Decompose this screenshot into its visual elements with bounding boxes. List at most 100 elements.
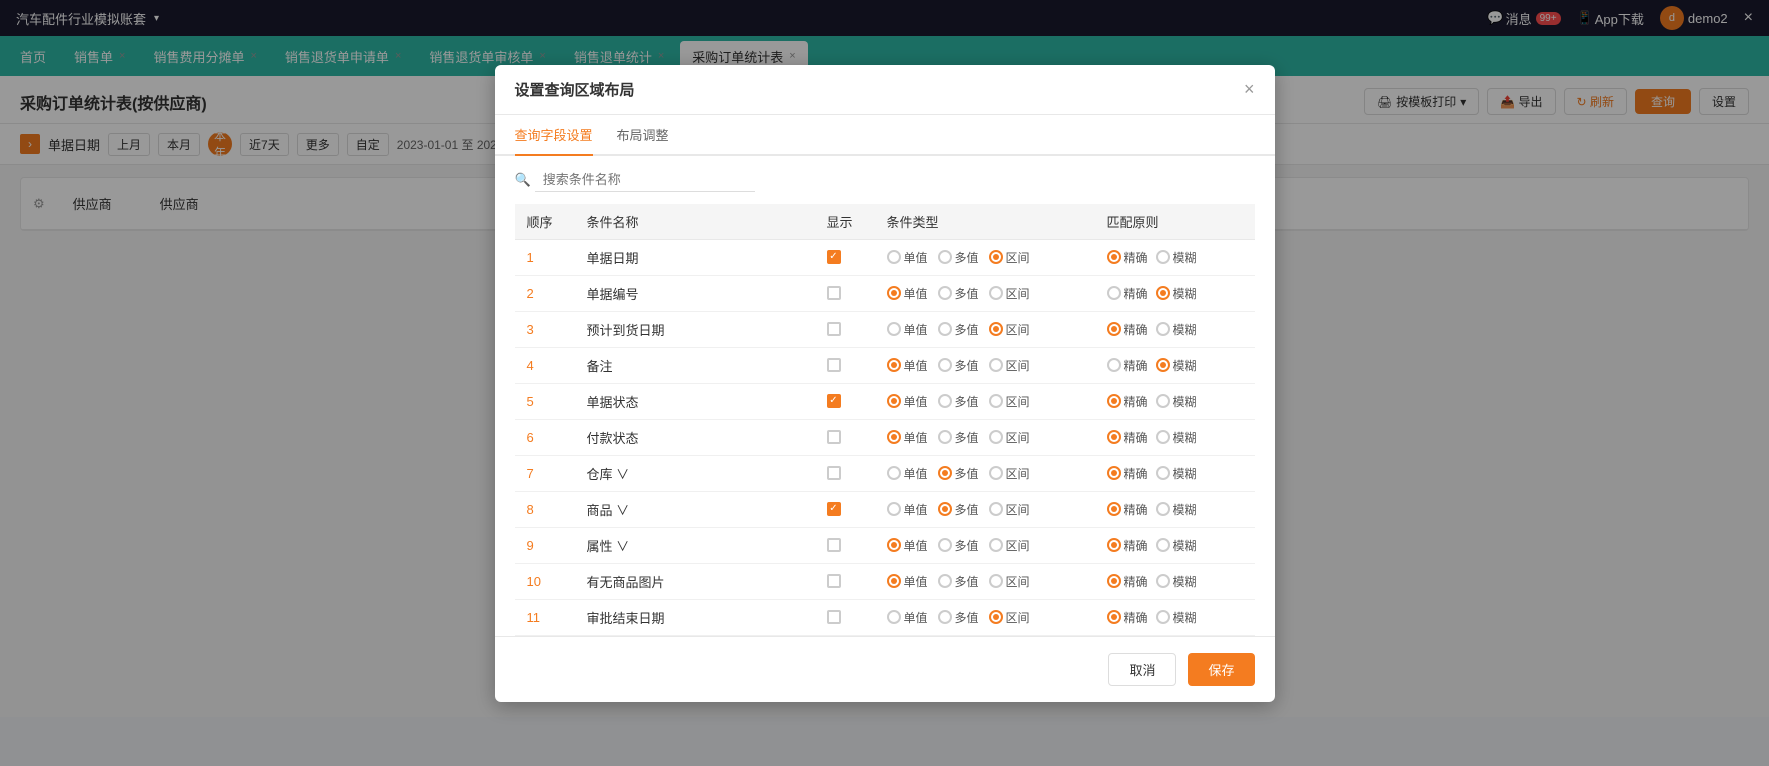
modal-tab-layout[interactable]: 布局调整 — [617, 115, 669, 156]
type-option-多值-8[interactable]: 多值 — [938, 537, 979, 554]
type-option-区间-4[interactable]: 区间 — [989, 393, 1030, 410]
match-option-精确-0[interactable]: 精确 — [1107, 249, 1148, 266]
match-option-精确-4[interactable]: 精确 — [1107, 393, 1148, 410]
type-option-区间-1[interactable]: 区间 — [989, 285, 1030, 302]
type-option-单值-5[interactable]: 单值 — [887, 429, 928, 446]
type-option-多值-6[interactable]: 多值 — [938, 465, 979, 482]
match-option-精确-7[interactable]: 精确 — [1107, 501, 1148, 518]
display-checkbox-3[interactable] — [827, 358, 841, 372]
display-checkbox-6[interactable] — [827, 466, 841, 480]
match-option-模糊-8[interactable]: 模糊 — [1156, 537, 1197, 554]
row-display-6[interactable] — [815, 455, 875, 491]
match-circle-精确-3 — [1107, 358, 1121, 372]
type-option-单值-3[interactable]: 单值 — [887, 357, 928, 374]
row-display-8[interactable] — [815, 527, 875, 563]
display-checkbox-10[interactable] — [827, 610, 841, 624]
row-display-4[interactable] — [815, 383, 875, 419]
match-option-模糊-7[interactable]: 模糊 — [1156, 501, 1197, 518]
radio-label-区间-0: 区间 — [1006, 249, 1030, 266]
match-option-模糊-6[interactable]: 模糊 — [1156, 465, 1197, 482]
save-button[interactable]: 保存 — [1188, 653, 1254, 686]
row-display-10[interactable] — [815, 599, 875, 635]
type-option-区间-0[interactable]: 区间 — [989, 249, 1030, 266]
row-display-0[interactable] — [815, 239, 875, 275]
display-checkbox-4[interactable] — [827, 394, 841, 408]
type-option-多值-4[interactable]: 多值 — [938, 393, 979, 410]
match-option-模糊-0[interactable]: 模糊 — [1156, 249, 1197, 266]
match-circle-模糊-1 — [1156, 286, 1170, 300]
type-option-区间-5[interactable]: 区间 — [989, 429, 1030, 446]
type-option-单值-2[interactable]: 单值 — [887, 321, 928, 338]
type-option-单值-9[interactable]: 单值 — [887, 573, 928, 590]
type-option-多值-2[interactable]: 多值 — [938, 321, 979, 338]
match-option-精确-3[interactable]: 精确 — [1107, 357, 1148, 374]
type-option-单值-8[interactable]: 单值 — [887, 537, 928, 554]
type-option-单值-4[interactable]: 单值 — [887, 393, 928, 410]
radio-circle-单值-0 — [887, 250, 901, 264]
match-option-精确-5[interactable]: 精确 — [1107, 429, 1148, 446]
row-name-5: 付款状态 — [575, 419, 815, 455]
modal-search-input[interactable] — [535, 168, 755, 192]
match-option-精确-9[interactable]: 精确 — [1107, 573, 1148, 590]
match-option-模糊-3[interactable]: 模糊 — [1156, 357, 1197, 374]
row-type-9: 单值多值区间 — [875, 563, 1095, 599]
type-option-单值-0[interactable]: 单值 — [887, 249, 928, 266]
match-option-模糊-10[interactable]: 模糊 — [1156, 609, 1197, 626]
display-checkbox-8[interactable] — [827, 538, 841, 552]
row-order-1: 2 — [515, 275, 575, 311]
match-option-精确-1[interactable]: 精确 — [1107, 285, 1148, 302]
type-option-多值-10[interactable]: 多值 — [938, 609, 979, 626]
row-display-9[interactable] — [815, 563, 875, 599]
row-name-6: 仓库 ∨ — [575, 455, 815, 491]
row-display-5[interactable] — [815, 419, 875, 455]
type-option-多值-1[interactable]: 多值 — [938, 285, 979, 302]
type-option-多值-3[interactable]: 多值 — [938, 357, 979, 374]
type-option-多值-0[interactable]: 多值 — [938, 249, 979, 266]
row-type-2: 单值多值区间 — [875, 311, 1095, 347]
display-checkbox-2[interactable] — [827, 322, 841, 336]
match-option-模糊-9[interactable]: 模糊 — [1156, 573, 1197, 590]
type-option-区间-10[interactable]: 区间 — [989, 609, 1030, 626]
match-option-模糊-4[interactable]: 模糊 — [1156, 393, 1197, 410]
modal-close-button[interactable]: × — [1244, 79, 1255, 100]
type-option-多值-7[interactable]: 多值 — [938, 501, 979, 518]
match-option-模糊-1[interactable]: 模糊 — [1156, 285, 1197, 302]
col-display: 显示 — [815, 204, 875, 240]
type-option-单值-10[interactable]: 单值 — [887, 609, 928, 626]
type-option-区间-7[interactable]: 区间 — [989, 501, 1030, 518]
match-circle-精确-9 — [1107, 574, 1121, 588]
row-display-1[interactable] — [815, 275, 875, 311]
display-checkbox-1[interactable] — [827, 286, 841, 300]
display-checkbox-0[interactable] — [827, 250, 841, 264]
type-option-单值-1[interactable]: 单值 — [887, 285, 928, 302]
type-option-区间-6[interactable]: 区间 — [989, 465, 1030, 482]
modal-tab-query[interactable]: 查询字段设置 — [515, 115, 593, 156]
type-option-多值-9[interactable]: 多值 — [938, 573, 979, 590]
radio-label-多值-3: 多值 — [955, 357, 979, 374]
radio-label-多值-0: 多值 — [955, 249, 979, 266]
type-option-多值-5[interactable]: 多值 — [938, 429, 979, 446]
display-checkbox-5[interactable] — [827, 430, 841, 444]
match-option-模糊-2[interactable]: 模糊 — [1156, 321, 1197, 338]
display-checkbox-9[interactable] — [827, 574, 841, 588]
match-option-精确-8[interactable]: 精确 — [1107, 537, 1148, 554]
match-option-精确-6[interactable]: 精确 — [1107, 465, 1148, 482]
row-type-0: 单值 多值 区间 — [875, 239, 1095, 275]
row-display-3[interactable] — [815, 347, 875, 383]
display-checkbox-7[interactable] — [827, 502, 841, 516]
match-option-精确-2[interactable]: 精确 — [1107, 321, 1148, 338]
match-option-精确-10[interactable]: 精确 — [1107, 609, 1148, 626]
cancel-button[interactable]: 取消 — [1108, 653, 1176, 686]
type-option-区间-3[interactable]: 区间 — [989, 357, 1030, 374]
type-option-区间-9[interactable]: 区间 — [989, 573, 1030, 590]
type-option-区间-8[interactable]: 区间 — [989, 537, 1030, 554]
row-display-7[interactable] — [815, 491, 875, 527]
row-display-2[interactable] — [815, 311, 875, 347]
radio-label-多值-7: 多值 — [955, 501, 979, 518]
radio-label-区间-5: 区间 — [1006, 429, 1030, 446]
row-match-3: 精确模糊 — [1095, 347, 1255, 383]
match-option-模糊-5[interactable]: 模糊 — [1156, 429, 1197, 446]
type-option-区间-2[interactable]: 区间 — [989, 321, 1030, 338]
type-option-单值-7[interactable]: 单值 — [887, 501, 928, 518]
type-option-单值-6[interactable]: 单值 — [887, 465, 928, 482]
